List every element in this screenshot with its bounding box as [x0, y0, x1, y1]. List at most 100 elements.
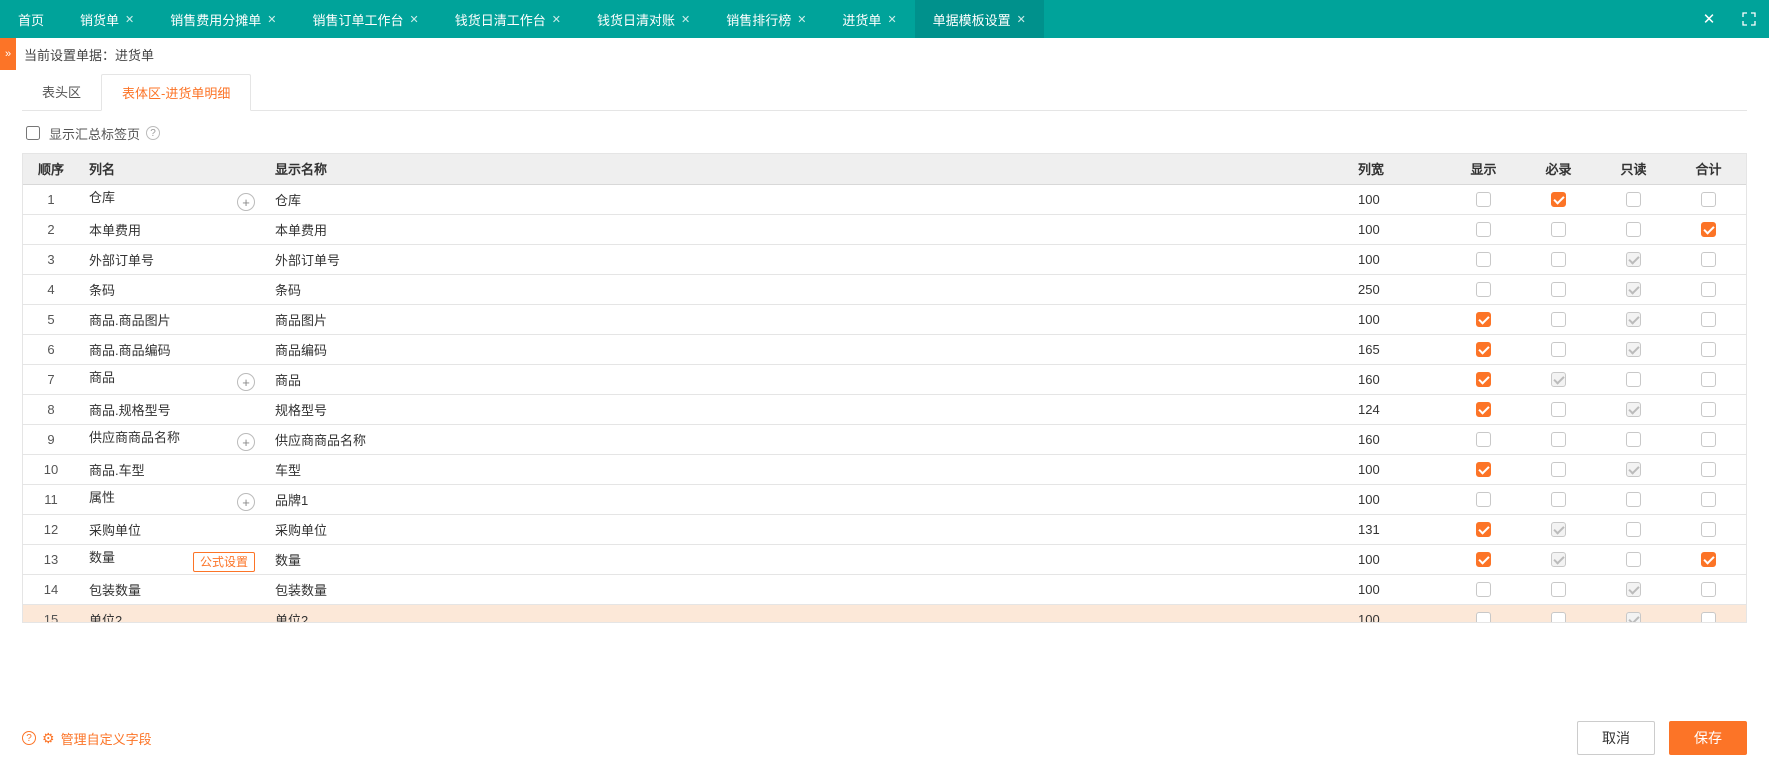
table-row[interactable]: 12采购单位采购单位131 [23, 514, 1746, 544]
cell-display[interactable]: 商品 [265, 364, 1348, 394]
top-tab-3[interactable]: 销售订单工作台✕ [294, 0, 436, 38]
table-row[interactable]: 14包装数量包装数量100 [23, 574, 1746, 604]
cell-display[interactable]: 外部订单号 [265, 244, 1348, 274]
summary-help-icon[interactable]: ? [146, 126, 160, 140]
summary-checkbox[interactable] [26, 126, 40, 140]
table-row[interactable]: 8商品.规格型号规格型号124 [23, 394, 1746, 424]
cell-display[interactable]: 规格型号 [265, 394, 1348, 424]
cell-display[interactable]: 商品图片 [265, 304, 1348, 334]
checkbox[interactable] [1476, 522, 1491, 537]
checkbox[interactable] [1551, 192, 1566, 207]
fullscreen-button[interactable] [1729, 0, 1769, 38]
checkbox[interactable] [1476, 342, 1491, 357]
close-icon[interactable]: ✕ [1017, 13, 1026, 26]
table-row[interactable]: 9供应商商品名称+供应商商品名称160 [23, 424, 1746, 454]
checkbox[interactable] [1476, 552, 1491, 567]
close-icon[interactable]: ✕ [887, 13, 896, 26]
checkbox[interactable] [1626, 222, 1641, 237]
add-icon[interactable]: + [237, 433, 255, 451]
cell-width[interactable]: 100 [1348, 184, 1446, 214]
top-tab-8[interactable]: 单据模板设置✕ [915, 0, 1044, 38]
checkbox[interactable] [1551, 432, 1566, 447]
checkbox[interactable] [1476, 312, 1491, 327]
checkbox[interactable] [1476, 492, 1491, 507]
checkbox[interactable] [1551, 252, 1566, 267]
table-row[interactable]: 13数量公式设置数量100 [23, 544, 1746, 574]
cell-width[interactable]: 100 [1348, 544, 1446, 574]
close-icon[interactable]: ✕ [125, 13, 134, 26]
checkbox[interactable] [1626, 552, 1641, 567]
close-icon[interactable]: ✕ [410, 13, 419, 26]
checkbox[interactable] [1701, 582, 1716, 597]
checkbox[interactable] [1551, 342, 1566, 357]
cell-display[interactable]: 品牌1 [265, 484, 1348, 514]
cell-width[interactable]: 160 [1348, 364, 1446, 394]
table-row[interactable]: 15单位2单位2100 [23, 604, 1746, 623]
checkbox[interactable] [1551, 222, 1566, 237]
checkbox[interactable] [1476, 222, 1491, 237]
close-icon[interactable]: ✕ [797, 13, 806, 26]
checkbox[interactable] [1551, 312, 1566, 327]
table-row[interactable]: 1仓库+仓库100 [23, 184, 1746, 214]
table-row[interactable]: 11属性+品牌1100 [23, 484, 1746, 514]
cell-display[interactable]: 包装数量 [265, 574, 1348, 604]
cancel-button[interactable]: 取消 [1577, 721, 1655, 755]
table-row[interactable]: 10商品.车型车型100 [23, 454, 1746, 484]
close-icon[interactable]: ✕ [681, 13, 690, 26]
checkbox[interactable] [1701, 252, 1716, 267]
checkbox[interactable] [1701, 282, 1716, 297]
checkbox[interactable] [1551, 612, 1566, 623]
cell-display[interactable]: 商品编码 [265, 334, 1348, 364]
cell-width[interactable]: 100 [1348, 574, 1446, 604]
checkbox[interactable] [1701, 312, 1716, 327]
cell-width[interactable]: 165 [1348, 334, 1446, 364]
checkbox[interactable] [1476, 282, 1491, 297]
checkbox[interactable] [1626, 192, 1641, 207]
checkbox[interactable] [1701, 492, 1716, 507]
formula-button[interactable]: 公式设置 [193, 552, 255, 572]
checkbox[interactable] [1476, 372, 1491, 387]
top-tab-0[interactable]: 首页 [0, 0, 62, 38]
checkbox[interactable] [1476, 252, 1491, 267]
cell-width[interactable]: 250 [1348, 274, 1446, 304]
checkbox[interactable] [1551, 492, 1566, 507]
checkbox[interactable] [1701, 552, 1716, 567]
table-row[interactable]: 7商品+商品160 [23, 364, 1746, 394]
save-button[interactable]: 保存 [1669, 721, 1747, 755]
checkbox[interactable] [1626, 372, 1641, 387]
checkbox[interactable] [1476, 582, 1491, 597]
add-icon[interactable]: + [237, 193, 255, 211]
cell-width[interactable]: 124 [1348, 394, 1446, 424]
table-row[interactable]: 4条码条码250 [23, 274, 1746, 304]
checkbox[interactable] [1701, 192, 1716, 207]
checkbox[interactable] [1551, 582, 1566, 597]
cell-width[interactable]: 100 [1348, 484, 1446, 514]
top-tab-4[interactable]: 钱货日清工作台✕ [437, 0, 579, 38]
checkbox[interactable] [1551, 402, 1566, 417]
checkbox[interactable] [1476, 192, 1491, 207]
cell-display[interactable]: 条码 [265, 274, 1348, 304]
inner-tab-0[interactable]: 表头区 [22, 74, 101, 110]
checkbox[interactable] [1701, 222, 1716, 237]
cell-width[interactable]: 100 [1348, 454, 1446, 484]
cell-width[interactable]: 160 [1348, 424, 1446, 454]
cell-width[interactable]: 100 [1348, 304, 1446, 334]
cell-display[interactable]: 本单费用 [265, 214, 1348, 244]
checkbox[interactable] [1476, 402, 1491, 417]
add-icon[interactable]: + [237, 493, 255, 511]
close-all-button[interactable]: ✕ [1689, 0, 1729, 38]
cell-display[interactable]: 数量 [265, 544, 1348, 574]
close-icon[interactable]: ✕ [267, 13, 276, 26]
checkbox[interactable] [1476, 462, 1491, 477]
table-row[interactable]: 2本单费用本单费用100 [23, 214, 1746, 244]
add-icon[interactable]: + [237, 373, 255, 391]
table-row[interactable]: 6商品.商品编码商品编码165 [23, 334, 1746, 364]
inner-tab-1[interactable]: 表体区-进货单明细 [101, 74, 251, 111]
top-tab-1[interactable]: 销货单✕ [62, 0, 152, 38]
cell-display[interactable]: 仓库 [265, 184, 1348, 214]
cell-width[interactable]: 100 [1348, 244, 1446, 274]
top-tab-7[interactable]: 进货单✕ [824, 0, 914, 38]
checkbox[interactable] [1701, 342, 1716, 357]
top-tab-6[interactable]: 销售排行榜✕ [708, 0, 824, 38]
breadcrumb-toggle[interactable]: » [0, 38, 16, 70]
